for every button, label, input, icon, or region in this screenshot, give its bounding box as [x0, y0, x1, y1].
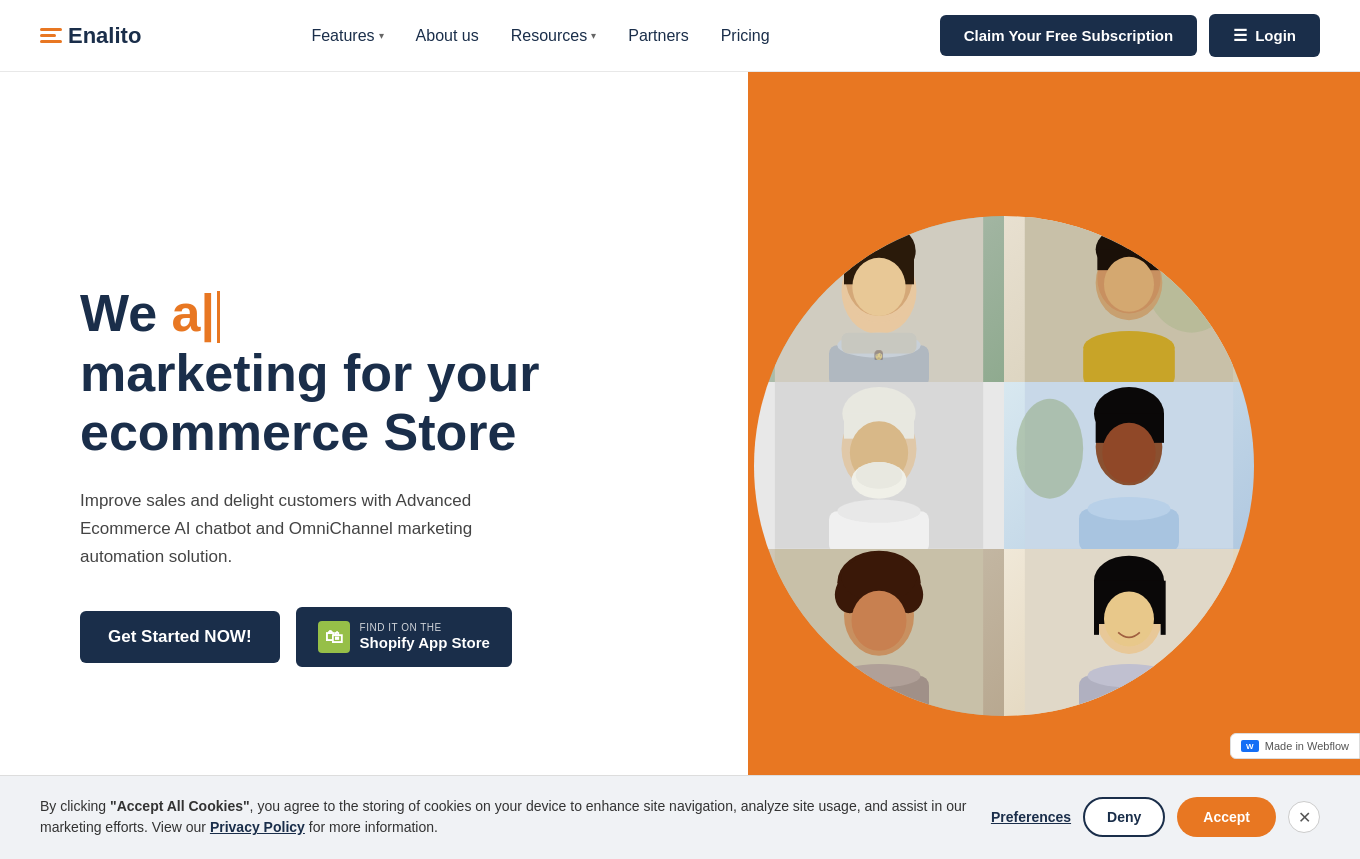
photo-cell-5 [754, 549, 1004, 716]
hero-content: We a| marketing for yourecommerce Store … [0, 72, 748, 859]
close-cookie-button[interactable]: ✕ [1288, 801, 1320, 833]
logo[interactable]: Enalito [40, 23, 141, 49]
nav-item-pricing[interactable]: Pricing [721, 27, 770, 45]
hero-description: Improve sales and delight customers with… [80, 487, 560, 571]
preferences-button[interactable]: Preferences [991, 809, 1071, 825]
shopify-button-text: FIND IT ON THE Shopify App Store [360, 622, 490, 652]
webflow-logo-icon: W [1241, 740, 1259, 752]
hero-heading: We a| marketing for yourecommerce Store [80, 284, 688, 463]
svg-point-37 [1087, 497, 1170, 520]
webflow-label: Made in Webflow [1265, 740, 1349, 752]
chevron-down-icon: ▾ [591, 30, 596, 41]
menu-icon: ☰ [1233, 26, 1247, 45]
svg-rect-20 [1083, 340, 1175, 382]
svg-rect-52 [1161, 580, 1166, 634]
svg-point-46 [837, 664, 920, 687]
logo-text: Enalito [68, 23, 141, 49]
get-started-button[interactable]: Get Started NOW! [80, 611, 280, 663]
accept-button[interactable]: Accept [1177, 797, 1276, 837]
chevron-down-icon: ▾ [379, 30, 384, 41]
nav-item-partners[interactable]: Partners [628, 27, 688, 45]
claim-subscription-button[interactable]: Claim Your Free Subscription [940, 15, 1198, 56]
svg-point-44 [851, 590, 906, 650]
nav-item-features[interactable]: Features ▾ [311, 27, 383, 45]
svg-point-55 [1087, 664, 1170, 687]
nav-item-resources[interactable]: Resources ▾ [511, 27, 596, 45]
photo-cell-2 [1004, 216, 1254, 383]
hero-photo-grid: 👩 [754, 216, 1254, 716]
deny-button[interactable]: Deny [1083, 797, 1165, 837]
photo-cell-3 [754, 382, 1004, 549]
svg-rect-51 [1094, 580, 1099, 634]
svg-point-35 [1102, 423, 1155, 483]
svg-point-6 [852, 257, 905, 315]
svg-point-31 [1016, 399, 1083, 499]
shopify-bag-icon: 🛍 [318, 621, 350, 653]
cookie-text: By clicking "Accept All Cookies", you ag… [40, 796, 967, 839]
nav-links: Features ▾ About us Resources ▾ Partners… [311, 27, 769, 45]
shopify-app-store-button[interactable]: 🛍 FIND IT ON THE Shopify App Store [296, 607, 512, 667]
text-cursor [217, 291, 220, 343]
svg-text:👩: 👩 [874, 348, 886, 360]
nav-actions: Claim Your Free Subscription ☰ Login [940, 14, 1320, 57]
navbar: Enalito Features ▾ About us Resources ▾ … [0, 0, 1360, 72]
svg-point-27 [856, 462, 903, 489]
cookie-actions: Preferences Deny Accept ✕ [991, 797, 1320, 837]
svg-point-18 [1104, 256, 1154, 311]
photo-cell-6 [1004, 549, 1254, 716]
svg-point-53 [1104, 591, 1154, 646]
hero-section: We a| marketing for yourecommerce Store … [0, 72, 1360, 859]
privacy-policy-link[interactable]: Privacy Policy [210, 819, 305, 835]
svg-point-29 [837, 500, 920, 523]
nav-item-about[interactable]: About us [416, 27, 479, 45]
hero-buttons: Get Started NOW! 🛍 FIND IT ON THE Shopif… [80, 607, 688, 667]
cookie-banner: By clicking "Accept All Cookies", you ag… [0, 775, 1360, 859]
logo-icon [40, 28, 62, 43]
login-button[interactable]: ☰ Login [1209, 14, 1320, 57]
photo-cell-4 [1004, 382, 1254, 549]
photo-cell-1: 👩 [754, 216, 1004, 383]
webflow-badge[interactable]: W Made in Webflow [1230, 733, 1360, 759]
